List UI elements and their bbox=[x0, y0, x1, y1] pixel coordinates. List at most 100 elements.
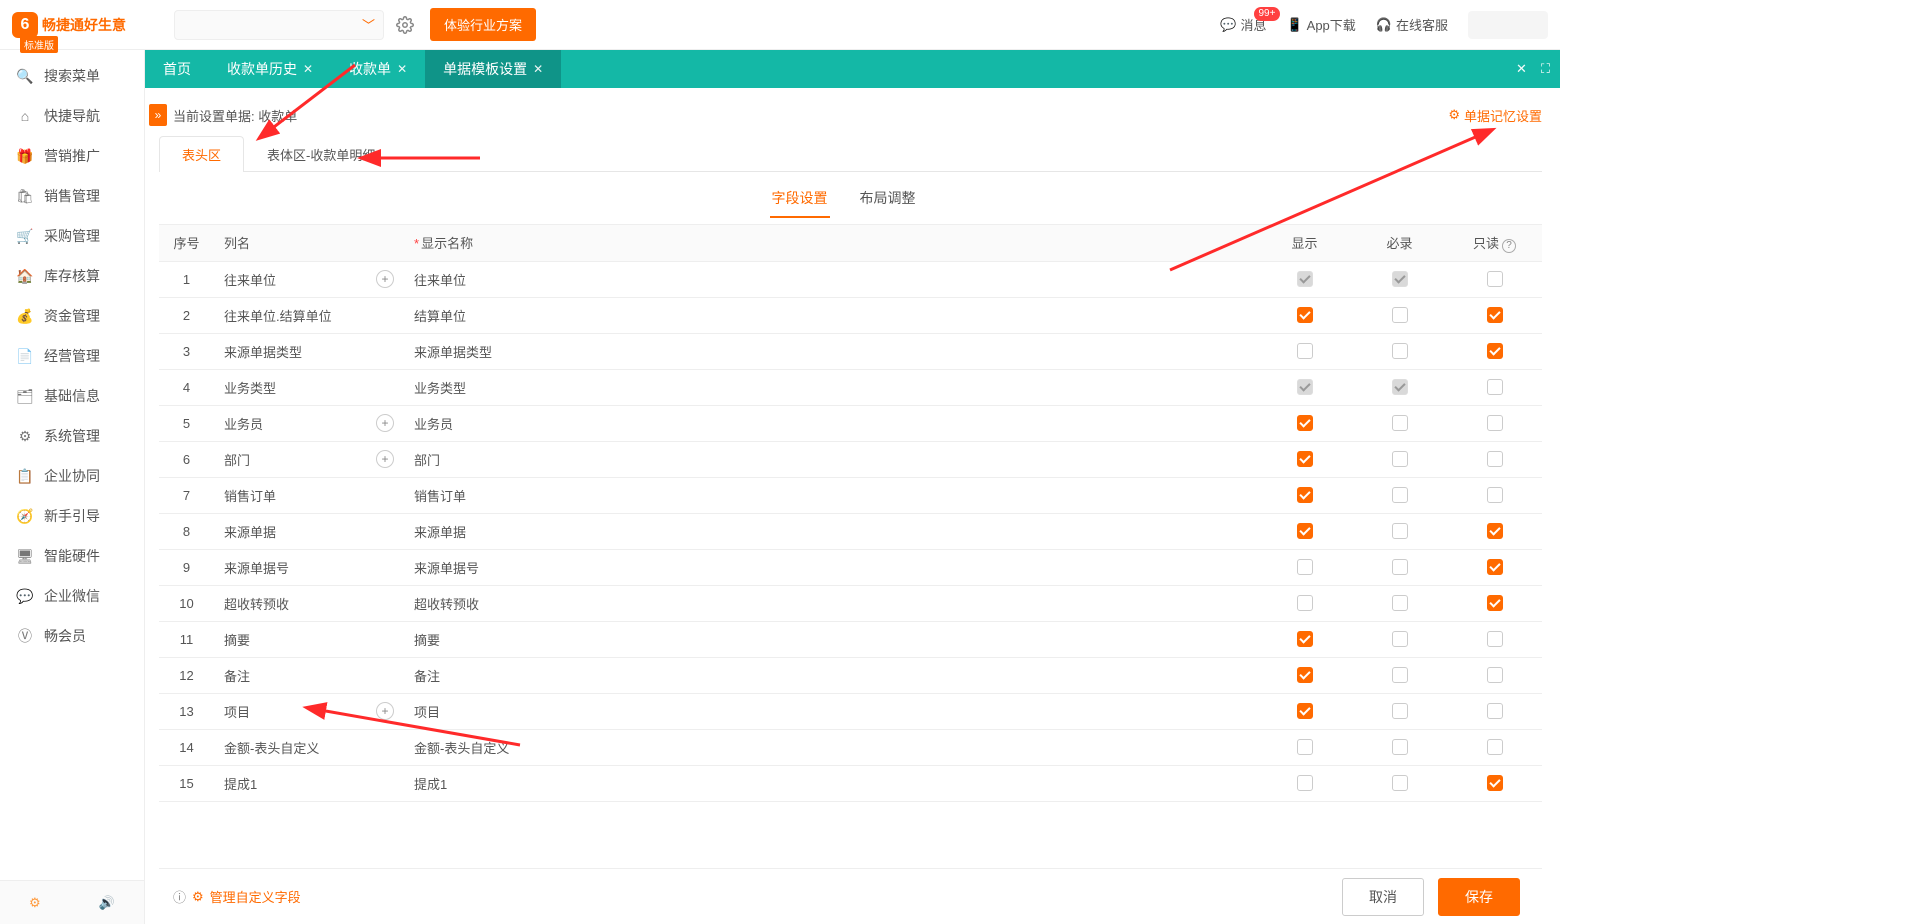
checkbox[interactable] bbox=[1392, 307, 1408, 323]
checkbox[interactable] bbox=[1487, 271, 1503, 287]
cell-display[interactable]: 来源单据类型 bbox=[404, 333, 1257, 369]
checkbox[interactable] bbox=[1487, 703, 1503, 719]
checkbox[interactable] bbox=[1392, 595, 1408, 611]
checkbox[interactable] bbox=[1392, 559, 1408, 575]
online-cs-link[interactable]: 🎧 在线客服 bbox=[1376, 15, 1448, 34]
cell-display[interactable]: 来源单据 bbox=[404, 513, 1257, 549]
checkbox[interactable] bbox=[1392, 631, 1408, 647]
collapse-panel-handle[interactable]: » bbox=[149, 104, 167, 126]
checkbox[interactable] bbox=[1297, 415, 1313, 431]
close-icon[interactable]: ✕ bbox=[533, 62, 543, 76]
checkbox[interactable] bbox=[1487, 451, 1503, 467]
tab[interactable]: 收款单✕ bbox=[331, 50, 425, 88]
sidebar-item[interactable]: ⚙系统管理 bbox=[0, 416, 144, 456]
cell-display[interactable]: 备注 bbox=[404, 657, 1257, 693]
sidebar-item[interactable]: Ⓥ畅会员 bbox=[0, 616, 144, 656]
help-icon[interactable]: ? bbox=[1502, 239, 1516, 253]
checkbox[interactable] bbox=[1392, 487, 1408, 503]
checkbox[interactable] bbox=[1487, 379, 1503, 395]
tab[interactable]: 收款单历史✕ bbox=[209, 50, 331, 88]
close-all-tabs-icon[interactable]: ✕ bbox=[1516, 61, 1527, 77]
checkbox[interactable] bbox=[1297, 739, 1313, 755]
sidebar-item[interactable]: 🛒采购管理 bbox=[0, 216, 144, 256]
checkbox[interactable] bbox=[1487, 523, 1503, 539]
checkbox[interactable] bbox=[1297, 523, 1313, 539]
memory-config-link[interactable]: ⚙ 单据记忆设置 bbox=[1448, 106, 1542, 125]
cell-display[interactable]: 销售订单 bbox=[404, 477, 1257, 513]
user-avatar[interactable] bbox=[1468, 11, 1548, 39]
checkbox[interactable] bbox=[1297, 631, 1313, 647]
checkbox[interactable] bbox=[1297, 595, 1313, 611]
checkbox[interactable] bbox=[1392, 667, 1408, 683]
checkbox[interactable] bbox=[1297, 451, 1313, 467]
checkbox[interactable] bbox=[1392, 451, 1408, 467]
checkbox[interactable] bbox=[1487, 667, 1503, 683]
checkbox[interactable] bbox=[1487, 739, 1503, 755]
checkbox[interactable] bbox=[1487, 775, 1503, 791]
app-download-link[interactable]: 📱 App下载 bbox=[1286, 15, 1355, 34]
checkbox[interactable] bbox=[1487, 415, 1503, 431]
cell-display[interactable]: 业务员 bbox=[404, 405, 1257, 441]
checkbox[interactable] bbox=[1392, 739, 1408, 755]
checkbox[interactable] bbox=[1487, 487, 1503, 503]
checkbox[interactable] bbox=[1297, 343, 1313, 359]
checkbox[interactable] bbox=[1487, 559, 1503, 575]
checkbox[interactable] bbox=[1392, 703, 1408, 719]
checkbox[interactable] bbox=[1297, 559, 1313, 575]
save-button[interactable]: 保存 bbox=[1438, 878, 1520, 916]
checkbox[interactable] bbox=[1297, 487, 1313, 503]
checkbox[interactable] bbox=[1297, 307, 1313, 323]
sub-tab[interactable]: 布局调整 bbox=[858, 184, 918, 218]
close-icon[interactable]: ✕ bbox=[397, 62, 407, 76]
cell-display[interactable]: 摘要 bbox=[404, 621, 1257, 657]
plus-icon[interactable]: + bbox=[376, 702, 394, 720]
checkbox[interactable] bbox=[1297, 775, 1313, 791]
tab[interactable]: 首页 bbox=[145, 50, 209, 88]
sidebar-item[interactable]: 🏠库存核算 bbox=[0, 256, 144, 296]
sidebar-item[interactable]: 🖥智能硬件 bbox=[0, 536, 144, 576]
sound-icon[interactable]: 🔊 bbox=[99, 895, 115, 911]
manage-custom-fields-link[interactable]: ⓘ ⚙ 管理自定义字段 bbox=[173, 887, 301, 906]
gear-icon[interactable]: ⚙ bbox=[29, 895, 41, 911]
sidebar-item[interactable]: 💰资金管理 bbox=[0, 296, 144, 336]
fullscreen-icon[interactable]: ⛶ bbox=[1541, 61, 1550, 77]
sidebar-item[interactable]: 📋企业协同 bbox=[0, 456, 144, 496]
checkbox[interactable] bbox=[1487, 307, 1503, 323]
plus-icon[interactable]: + bbox=[376, 414, 394, 432]
checkbox[interactable] bbox=[1392, 775, 1408, 791]
settings-icon[interactable] bbox=[392, 12, 418, 38]
cell-display[interactable]: 提成1 bbox=[404, 765, 1257, 801]
checkbox[interactable] bbox=[1487, 595, 1503, 611]
cell-display[interactable]: 部门 bbox=[404, 441, 1257, 477]
messages-link[interactable]: 💬 消息 99+ bbox=[1220, 15, 1266, 34]
sub-tab[interactable]: 字段设置 bbox=[770, 184, 830, 218]
cell-display[interactable]: 结算单位 bbox=[404, 297, 1257, 333]
checkbox[interactable] bbox=[1297, 703, 1313, 719]
tab[interactable]: 单据模板设置✕ bbox=[425, 50, 561, 88]
close-icon[interactable]: ✕ bbox=[303, 62, 313, 76]
sidebar-item[interactable]: 🛍销售管理 bbox=[0, 176, 144, 216]
checkbox[interactable] bbox=[1392, 343, 1408, 359]
sidebar-item[interactable]: 🧭新手引导 bbox=[0, 496, 144, 536]
cell-display[interactable]: 往来单位 bbox=[404, 261, 1257, 297]
sidebar-item[interactable]: 🔍搜索菜单 bbox=[0, 56, 144, 96]
cell-display[interactable]: 项目 bbox=[404, 693, 1257, 729]
area-tab[interactable]: 表体区-收款单明细 bbox=[244, 136, 398, 172]
sidebar-item[interactable]: 💬企业微信 bbox=[0, 576, 144, 616]
plus-icon[interactable]: + bbox=[376, 270, 394, 288]
checkbox[interactable] bbox=[1487, 343, 1503, 359]
sidebar-item[interactable]: ⌂快捷导航 bbox=[0, 96, 144, 136]
checkbox[interactable] bbox=[1487, 631, 1503, 647]
area-tab[interactable]: 表头区 bbox=[159, 136, 244, 172]
sidebar-item[interactable]: 🎁营销推广 bbox=[0, 136, 144, 176]
cell-display[interactable]: 来源单据号 bbox=[404, 549, 1257, 585]
cell-display[interactable]: 金额-表头自定义 bbox=[404, 729, 1257, 765]
checkbox[interactable] bbox=[1297, 667, 1313, 683]
cell-display[interactable]: 超收转预收 bbox=[404, 585, 1257, 621]
plus-icon[interactable]: + bbox=[376, 450, 394, 468]
cell-display[interactable]: 业务类型 bbox=[404, 369, 1257, 405]
sidebar-item[interactable]: 📄经营管理 bbox=[0, 336, 144, 376]
cancel-button[interactable]: 取消 bbox=[1342, 878, 1424, 916]
org-select[interactable]: ﹀ bbox=[174, 10, 384, 40]
checkbox[interactable] bbox=[1392, 523, 1408, 539]
